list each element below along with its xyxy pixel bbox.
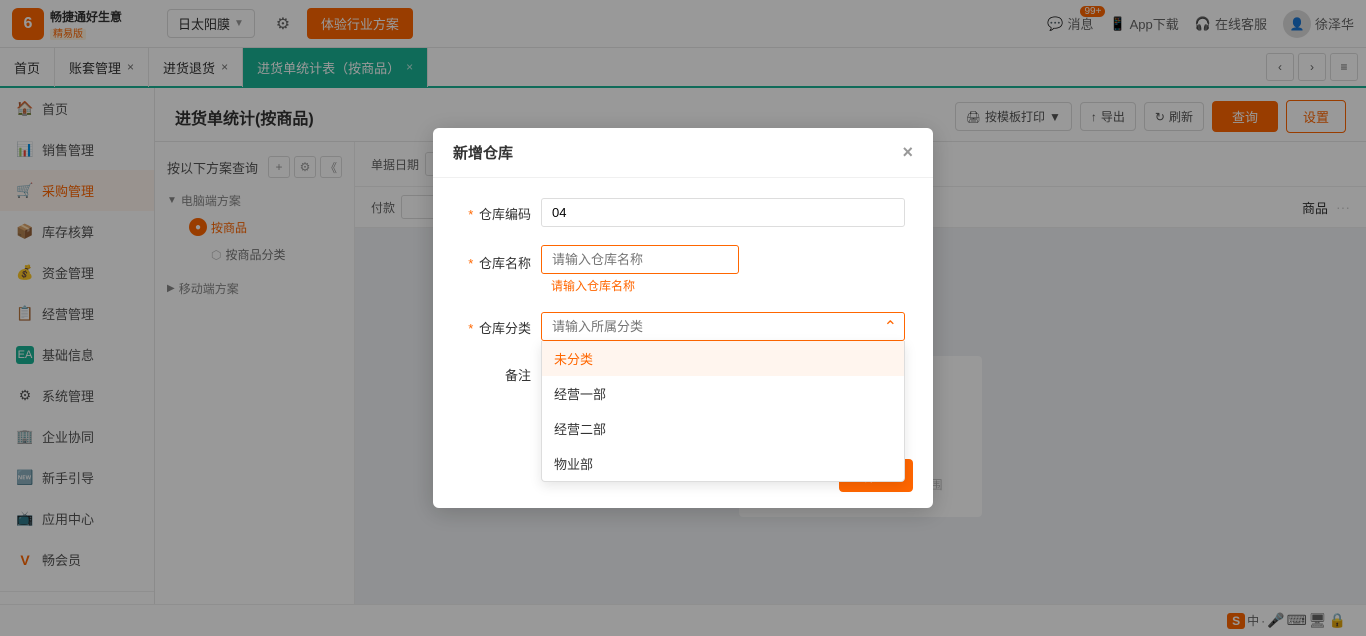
modal-close-button[interactable]: × (902, 142, 913, 163)
modal-dialog: 新增仓库 × * 仓库编码 * 仓库名称 (433, 128, 933, 508)
classify-form-row: * 仓库分类 ⌃ 未分类 经营一部 经营二部 物业部 (461, 312, 905, 341)
dropdown-item-property[interactable]: 物业部 (542, 446, 904, 481)
dropdown-item-dept1[interactable]: 经营一部 (542, 376, 904, 411)
code-form-row: * 仓库编码 (461, 198, 905, 227)
name-error-message: 请输入仓库名称 (551, 277, 635, 294)
classify-input[interactable] (541, 312, 905, 341)
name-label-text: 仓库名称 (479, 256, 531, 271)
code-required-star: * (468, 207, 473, 222)
name-input[interactable] (541, 245, 739, 274)
classify-wrapper: ⌃ 未分类 经营一部 经营二部 物业部 (541, 312, 905, 341)
dropdown-item-uncategorized[interactable]: 未分类 (542, 341, 904, 376)
name-required-star: * (468, 256, 473, 271)
classify-required-star: * (468, 321, 473, 336)
name-input-row: * 仓库名称 (461, 245, 739, 274)
name-error-row: 请输入仓库名称 (461, 274, 635, 294)
classify-dropdown: 未分类 经营一部 经营二部 物业部 (541, 341, 905, 482)
name-form-row: * 仓库名称 请输入仓库名称 (461, 245, 905, 294)
code-input[interactable] (541, 198, 905, 227)
code-label: * 仓库编码 (461, 198, 541, 223)
classify-label-text: 仓库分类 (479, 321, 531, 336)
name-label: * 仓库名称 (461, 247, 541, 272)
classify-label: * 仓库分类 (461, 312, 541, 337)
remark-label: 备注 (461, 359, 541, 384)
modal-title: 新增仓库 (453, 142, 513, 163)
code-label-text: 仓库编码 (479, 207, 531, 222)
dropdown-item-dept2[interactable]: 经营二部 (542, 411, 904, 446)
modal-body: * 仓库编码 * 仓库名称 请输入仓库名称 (433, 178, 933, 449)
modal-overlay[interactable]: 新增仓库 × * 仓库编码 * 仓库名称 (0, 0, 1366, 636)
modal-header: 新增仓库 × (433, 128, 933, 178)
